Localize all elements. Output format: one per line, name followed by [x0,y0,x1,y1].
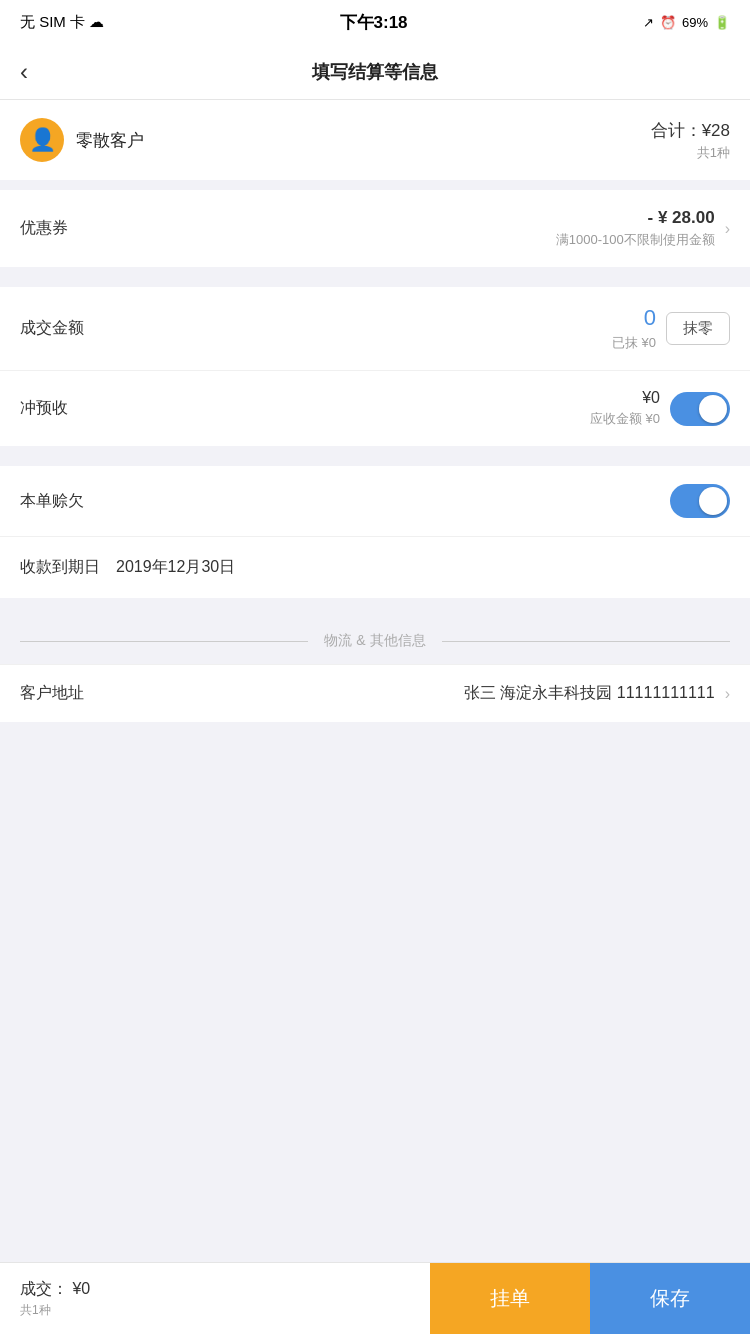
location-icon: ↗ [643,15,654,30]
prepayment-row: 冲预收 ¥0 应收金额 ¥0 [0,370,750,446]
prepayment-toggle[interactable] [670,392,730,426]
logistics-card: 物流 & 其他信息 客户地址 张三 海淀永丰科技园 11111111111 › [0,618,750,722]
debt-card: 本单赊欠 收款到期日 2019年12月30日 [0,466,750,598]
debt-right [670,484,730,518]
total-count: 共1种 [651,144,730,162]
divider-1 [0,277,750,287]
avatar-icon: 👤 [29,127,56,153]
total-amount: 合计：¥28 [651,119,730,142]
bottom-deal: 成交： ¥0 [20,1279,410,1300]
logistics-title: 物流 & 其他信息 [324,632,425,650]
customer-right: 合计：¥28 共1种 [651,119,730,162]
status-left: 无 SIM 卡 ☁ [20,13,104,32]
transaction-right: 0 已抹 ¥0 抹零 [612,305,730,352]
debt-toggle[interactable] [670,484,730,518]
address-label: 客户地址 [20,683,84,704]
prepayment-label: 冲预收 [20,398,68,419]
transaction-amount-row: 成交金额 0 已抹 ¥0 抹零 [0,287,750,370]
customer-row: 👤 零散客户 合计：¥28 共1种 [0,100,750,180]
transaction-card: 成交金额 0 已抹 ¥0 抹零 冲预收 ¥0 应收金额 ¥0 [0,287,750,446]
address-row[interactable]: 客户地址 张三 海淀永丰科技园 11111111111 › [0,664,750,722]
address-value: 张三 海淀永丰科技园 11111111111 [464,683,715,704]
coupon-row[interactable]: 优惠券 - ¥ 28.00 满1000-100不限制使用金额 › [0,190,750,267]
toggle-thumb [699,395,727,423]
line-left [20,641,308,642]
due-date-label: 收款到期日 [20,557,100,578]
coupon-sub: 满1000-100不限制使用金额 [556,231,715,249]
coupon-right: - ¥ 28.00 满1000-100不限制使用金额 › [556,208,730,249]
customer-left: 👤 零散客户 [20,118,144,162]
content-area: 👤 零散客户 合计：¥28 共1种 优惠券 - ¥ 28.00 满1000-10… [0,100,750,812]
due-date-row: 收款到期日 2019年12月30日 [0,536,750,598]
bottom-count: 共1种 [20,1302,410,1319]
status-bar: 无 SIM 卡 ☁ 下午3:18 ↗ ⏰ 69% 🔋 [0,0,750,44]
coupon-value: - ¥ 28.00 [556,208,715,228]
logistics-header: 物流 & 其他信息 [0,618,750,664]
address-right: 张三 海淀永丰科技园 11111111111 › [464,683,730,704]
transaction-label: 成交金额 [20,318,84,339]
round-button[interactable]: 抹零 [666,312,730,345]
prepayment-value: ¥0 [590,389,660,407]
status-time: 下午3:18 [340,11,408,34]
customer-card: 👤 零散客户 合计：¥28 共1种 [0,100,750,180]
debt-label: 本单赊欠 [20,491,84,512]
bottom-info: 成交： ¥0 共1种 [0,1279,430,1319]
coupon-label: 优惠券 [20,218,68,239]
divider-2 [0,456,750,466]
address-chevron-icon: › [725,685,730,703]
debt-toggle-thumb [699,487,727,515]
deal-label: 成交： [20,1280,68,1297]
save-button[interactable]: 保存 [590,1263,750,1335]
line-right [442,641,730,642]
coupon-card[interactable]: 优惠券 - ¥ 28.00 满1000-100不限制使用金额 › [0,190,750,267]
customer-name: 零散客户 [76,129,144,152]
status-right: ↗ ⏰ 69% 🔋 [643,15,730,30]
battery-icon: 🔋 [714,15,730,30]
bottom-bar: 成交： ¥0 共1种 挂单 保存 [0,1262,750,1334]
prepayment-right: ¥0 应收金额 ¥0 [590,389,730,428]
transaction-sub: 已抹 ¥0 [612,334,656,352]
page-title: 填写结算等信息 [312,60,438,84]
back-button[interactable]: ‹ [20,58,28,86]
hold-button[interactable]: 挂单 [430,1263,590,1335]
battery-label: 69% [682,15,708,30]
deal-amount: ¥0 [72,1280,90,1297]
debt-row: 本单赊欠 [0,466,750,536]
sim-label: 无 SIM 卡 ☁ [20,13,104,32]
avatar: 👤 [20,118,64,162]
prepayment-sub: 应收金额 ¥0 [590,410,660,428]
debt-toggle-track [670,484,730,518]
transaction-value[interactable]: 0 [612,305,656,331]
divider-3 [0,608,750,618]
toggle-track [670,392,730,426]
due-date-value: 2019年12月30日 [116,557,235,578]
alarm-icon: ⏰ [660,15,676,30]
coupon-chevron-icon: › [725,220,730,238]
nav-bar: ‹ 填写结算等信息 [0,44,750,100]
